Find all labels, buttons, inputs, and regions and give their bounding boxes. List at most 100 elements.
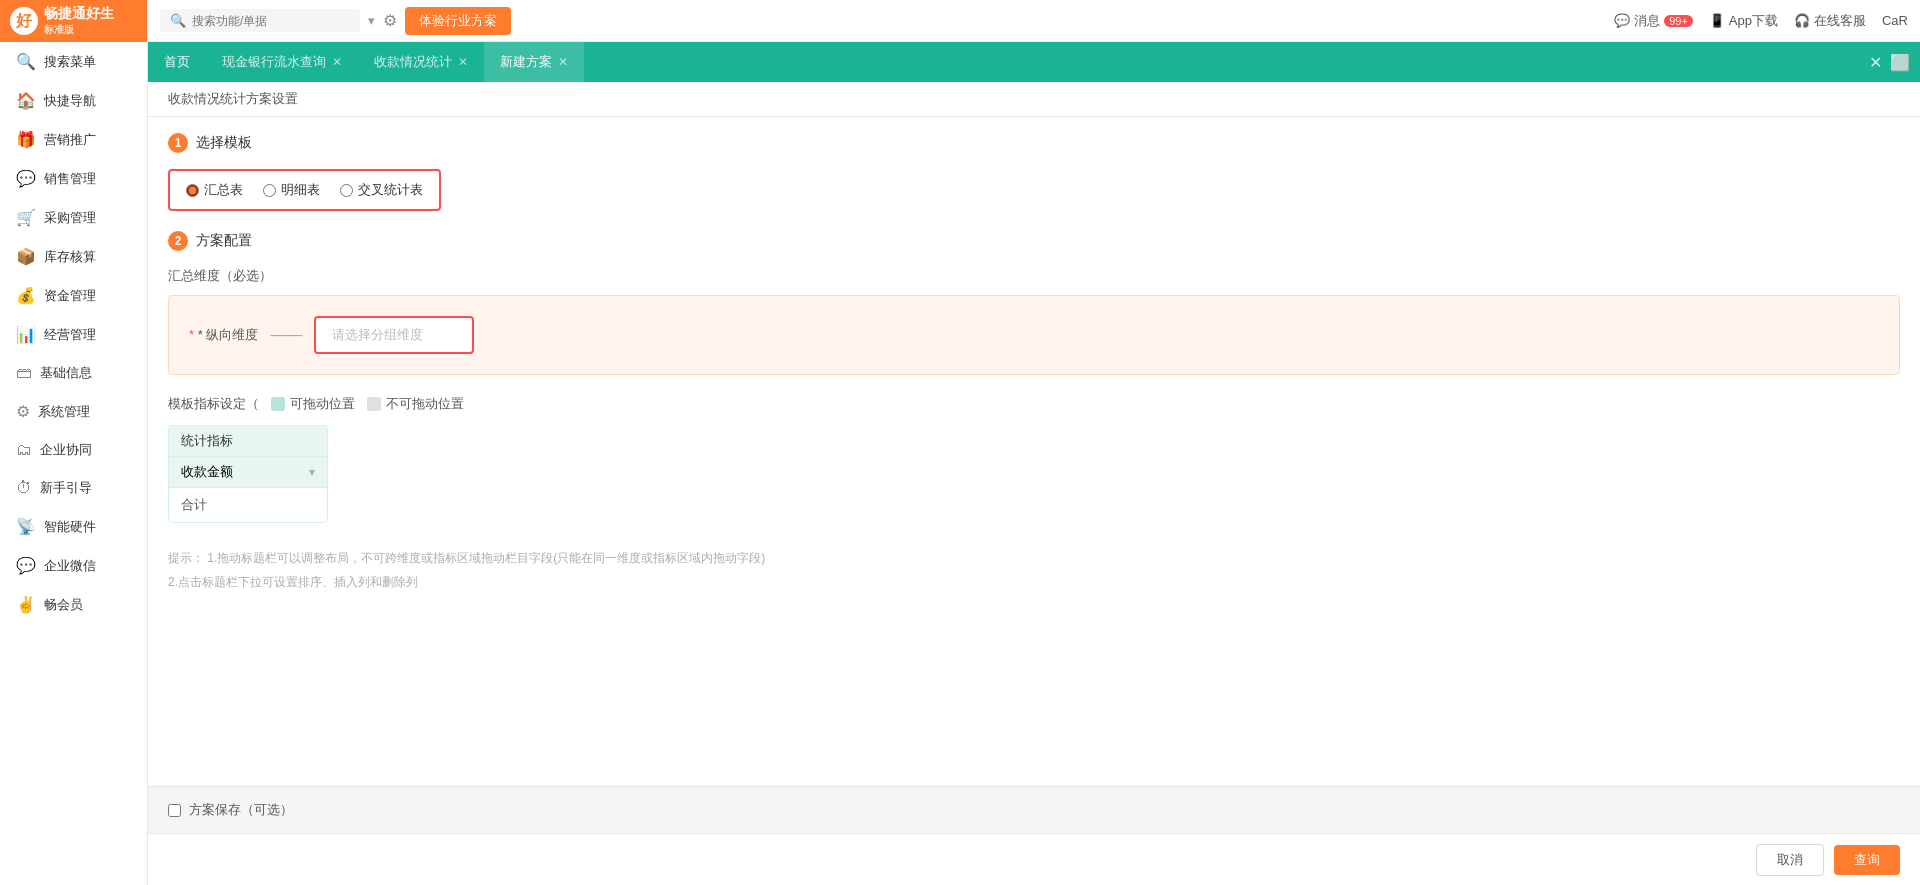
sidebar-item-smart-hardware[interactable]: 📡 智能硬件 — [0, 507, 147, 546]
wechat-icon: 💬 — [16, 556, 36, 575]
sidebar-item-marketing[interactable]: 🎁 营销推广 — [0, 120, 147, 159]
sidebar-item-label: 销售管理 — [44, 170, 96, 188]
tips-section: 提示： 1.拖动标题栏可以调整布局，不可跨维度或指标区域拖动栏目字段(只能在同一… — [168, 546, 1900, 594]
tab-payment-stats[interactable]: 收款情况统计 ✕ — [358, 42, 484, 82]
tab-new-plan-close-icon[interactable]: ✕ — [558, 56, 568, 68]
sidebar-item-quick-nav[interactable]: 🏠 快捷导航 — [0, 81, 147, 120]
radio-cross-input[interactable] — [340, 184, 353, 197]
arrow-icon: —— — [270, 326, 302, 344]
chart-icon: 📊 — [16, 325, 36, 344]
required-star: * — [189, 327, 194, 342]
online-service-button[interactable]: 🎧 在线客服 — [1794, 12, 1866, 30]
indicator-toggle-row: 模板指标设定（ 可拖动位置 不可拖动位置 — [168, 395, 1900, 413]
sidebar-item-basic-info[interactable]: 🗃 基础信息 — [0, 354, 147, 392]
plan-save-row: 方案保存（可选） — [148, 786, 1920, 833]
sidebar-item-enterprise-collab[interactable]: 🗂 企业协同 — [0, 431, 147, 469]
indicator-label-text: 模板指标设定（ — [168, 395, 259, 413]
dim-placeholder: 请选择分组维度 — [332, 327, 423, 342]
message-label: 消息 — [1634, 12, 1660, 30]
close-window-icon[interactable]: ✕ — [1869, 53, 1882, 72]
undroppable-toggle: 不可拖动位置 — [367, 395, 464, 413]
tab-new-plan[interactable]: 新建方案 ✕ — [484, 42, 584, 82]
tab-home[interactable]: 首页 — [148, 42, 206, 82]
download-label: App下载 — [1729, 12, 1778, 30]
search-box[interactable]: 🔍 — [160, 9, 360, 32]
page-header: 收款情况统计方案设置 — [148, 82, 1920, 117]
radio-detail[interactable]: 明细表 — [263, 181, 320, 199]
message-icon: 💬 — [1614, 13, 1630, 28]
page-header-title: 收款情况统计方案设置 — [168, 91, 298, 106]
main-area: 🔍 ▾ ⚙ 体验行业方案 💬 消息 99+ 📱 App下载 🎧 在线客服 CaR — [148, 0, 1920, 885]
sidebar-item-finance[interactable]: 💰 资金管理 — [0, 276, 147, 315]
sidebar-item-label: 系统管理 — [38, 403, 90, 421]
section2-label: 2 方案配置 — [168, 231, 1900, 251]
collab-icon: 🗂 — [16, 441, 32, 459]
sidebar-item-enterprise-wechat[interactable]: 💬 企业微信 — [0, 546, 147, 585]
tip-2: 2.点击标题栏下拉可设置排序、插入列和删除列 — [168, 570, 1900, 594]
indicator-row-total: 合计 — [169, 488, 327, 522]
settings-icon[interactable]: ⚙ — [383, 11, 397, 30]
sidebar-item-search-menu[interactable]: 🔍 搜索菜单 — [0, 42, 147, 81]
topbar: 🔍 ▾ ⚙ 体验行业方案 💬 消息 99+ 📱 App下载 🎧 在线客服 CaR — [148, 0, 1920, 42]
logo-icon: 好 — [10, 7, 38, 35]
maximize-icon[interactable]: ⬜ — [1890, 53, 1910, 72]
indicator-col-row[interactable]: 收款金额 ▾ — [169, 457, 327, 488]
indicator-header-label: 统计指标 — [181, 432, 233, 450]
dim-select-box[interactable]: 请选择分组维度 — [314, 316, 474, 354]
service-icon: 🎧 — [1794, 13, 1810, 28]
tab-bank-flow-close-icon[interactable]: ✕ — [332, 56, 342, 68]
vertical-dim-text: * 纵向维度 — [198, 327, 259, 342]
logo-sub-text: 标准版 — [44, 23, 114, 37]
plan-save-checkbox[interactable] — [168, 804, 181, 817]
template-row: 汇总表 明细表 交叉统计表 — [168, 169, 441, 211]
tab-bank-flow[interactable]: 现金银行流水查询 ✕ — [206, 42, 358, 82]
section1-title: 选择模板 — [196, 134, 252, 152]
radio-summary[interactable]: 汇总表 — [186, 181, 243, 199]
query-button[interactable]: 查询 — [1834, 845, 1900, 875]
tip-1: 提示： 1.拖动标题栏可以调整布局，不可跨维度或指标区域拖动栏目字段(只能在同一… — [168, 546, 1900, 570]
search-menu-icon: 🔍 — [16, 52, 36, 71]
plan-save-label: 方案保存（可选） — [189, 801, 293, 819]
tab-home-label: 首页 — [164, 53, 190, 71]
section2-content: 汇总维度（必选） * * 纵向维度 —— 请选择分组维度 — [168, 267, 1900, 594]
tab-bank-flow-label: 现金银行流水查询 — [222, 53, 326, 71]
section1-number: 1 — [168, 133, 188, 153]
sidebar-item-purchase[interactable]: 🛒 采购管理 — [0, 198, 147, 237]
sidebar-item-operations[interactable]: 📊 经营管理 — [0, 315, 147, 354]
radio-summary-input[interactable] — [186, 184, 199, 197]
sidebar-item-inventory[interactable]: 📦 库存核算 — [0, 237, 147, 276]
droppable-box-icon — [271, 397, 285, 411]
dropdown-arrow-icon[interactable]: ▾ — [368, 13, 375, 28]
dim-row: * * 纵向维度 —— 请选择分组维度 — [189, 316, 474, 354]
content-area: 收款情况统计方案设置 1 选择模板 汇总表 明细表 交叉统计表 — [148, 82, 1920, 885]
tab-payment-stats-label: 收款情况统计 — [374, 53, 452, 71]
sidebar-item-new-guide[interactable]: ⏱ 新手引导 — [0, 469, 147, 507]
sidebar-item-label: 营销推广 — [44, 131, 96, 149]
radio-detail-input[interactable] — [263, 184, 276, 197]
sidebar-item-label: 智能硬件 — [44, 518, 96, 536]
cancel-button[interactable]: 取消 — [1756, 844, 1824, 876]
chevron-down-icon[interactable]: ▾ — [309, 465, 315, 479]
section1-label: 1 选择模板 — [168, 133, 1900, 153]
tab-payment-stats-close-icon[interactable]: ✕ — [458, 56, 468, 68]
sidebar-item-label: 新手引导 — [40, 479, 92, 497]
radio-cross[interactable]: 交叉统计表 — [340, 181, 423, 199]
sidebar-item-members[interactable]: ✌ 畅会员 — [0, 585, 147, 624]
vertical-dim-label: * * 纵向维度 — [189, 326, 258, 344]
search-input[interactable] — [192, 14, 342, 28]
app-download-button[interactable]: 📱 App下载 — [1709, 12, 1778, 30]
message-button[interactable]: 💬 消息 99+ — [1614, 12, 1693, 30]
service-label: 在线客服 — [1814, 12, 1866, 30]
sidebar-item-sales[interactable]: 💬 销售管理 — [0, 159, 147, 198]
download-icon: 📱 — [1709, 13, 1725, 28]
user-avatar[interactable]: CaR — [1882, 13, 1908, 28]
sidebar-item-label: 库存核算 — [44, 248, 96, 266]
cart-icon: 🛒 — [16, 208, 36, 227]
undroppable-label: 不可拖动位置 — [386, 395, 464, 413]
sidebar-item-label: 搜索菜单 — [44, 53, 96, 71]
sidebar-item-label: 基础信息 — [40, 364, 92, 382]
sidebar-item-label: 快捷导航 — [44, 92, 96, 110]
trial-button[interactable]: 体验行业方案 — [405, 7, 511, 35]
sidebar-item-system[interactable]: ⚙ 系统管理 — [0, 392, 147, 431]
sidebar: 好 畅捷通好生 标准版 🔍 搜索菜单 🏠 快捷导航 🎁 营销推广 💬 销售管理 … — [0, 0, 148, 885]
